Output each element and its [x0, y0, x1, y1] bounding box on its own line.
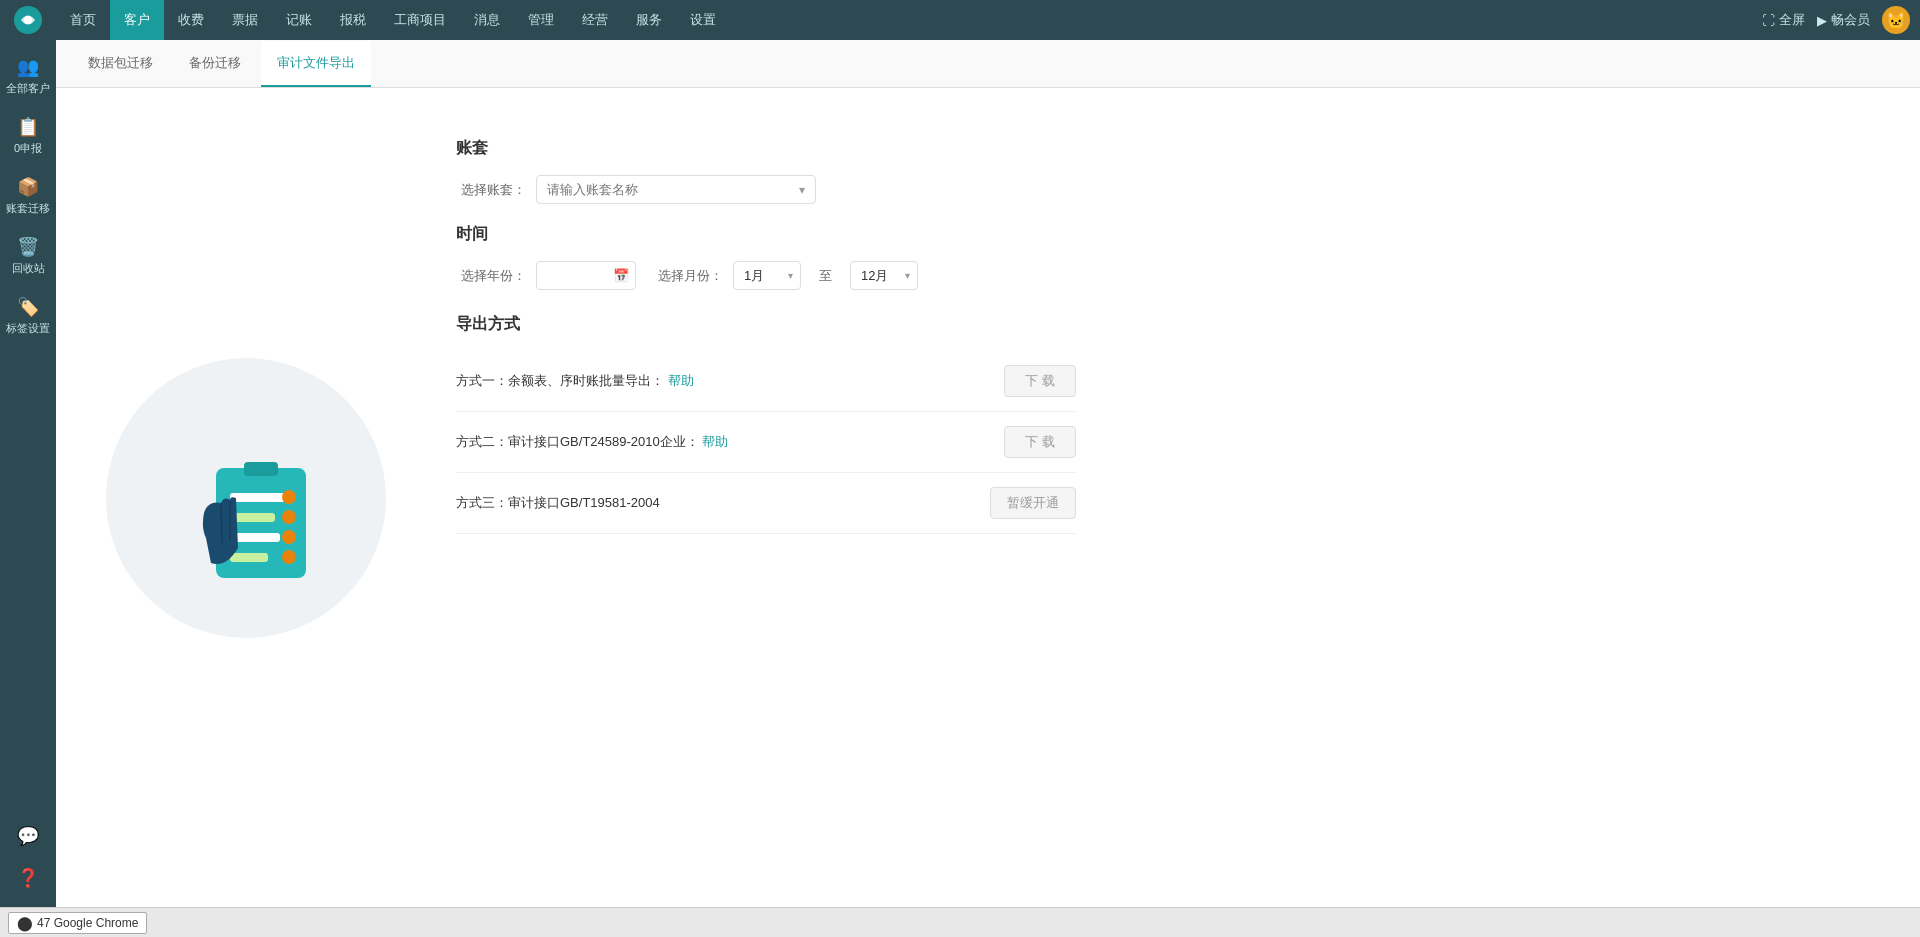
all-clients-icon: 👥 — [17, 56, 39, 78]
tab-data-migrate[interactable]: 数据包迁移 — [72, 41, 169, 87]
svg-rect-6 — [230, 553, 268, 562]
sidebar-item-all-clients[interactable]: 👥 全部客户 — [2, 48, 54, 104]
app-logo[interactable] — [10, 2, 46, 38]
tabs-bar: 数据包迁移 备份迁移 审计文件导出 — [56, 40, 1920, 88]
sidebar-item-recycle[interactable]: 🗑️ 回收站 — [2, 228, 54, 284]
svg-point-8 — [282, 510, 296, 524]
calendar-icon: 📅 — [613, 268, 629, 283]
export-method-2-text: 方式二：审计接口GB/T24589-2010企业： 帮助 — [456, 433, 728, 451]
chat-icon: 💬 — [17, 825, 39, 847]
illustration-area — [76, 118, 416, 877]
account-select-input[interactable] — [547, 182, 799, 197]
page-content: 账套 选择账套： ▾ 时间 选择年份： 2023 📅 选择月份 — [56, 88, 1920, 907]
export-method-2-download-button[interactable]: 下 载 — [1004, 426, 1076, 458]
nav-business[interactable]: 工商项目 — [380, 0, 460, 40]
chrome-icon: ⬤ — [17, 915, 33, 931]
year-input-wrapper[interactable]: 2023 📅 — [536, 261, 636, 290]
left-sidebar: 👥 全部客户 📋 0申报 📦 账套迁移 🗑️ 回收站 🏷️ 标签设置 💬 ❓ — [0, 40, 56, 907]
sidebar-item-chat[interactable]: 💬 — [2, 817, 54, 855]
year-select-label: 选择年份： — [456, 267, 526, 285]
export-method-1-download-button[interactable]: 下 载 — [1004, 365, 1076, 397]
recycle-icon: 🗑️ — [17, 236, 39, 258]
end-month-select[interactable]: 1月2月3月4月 5月6月7月8月 9月10月11月 12月 — [850, 261, 918, 290]
nav-fee[interactable]: 收费 — [164, 0, 218, 40]
sidebar-item-account-migrate[interactable]: 📦 账套迁移 — [2, 168, 54, 224]
svg-point-9 — [282, 530, 296, 544]
svg-point-7 — [282, 490, 296, 504]
year-input[interactable]: 2023 — [547, 268, 607, 283]
end-month-select-wrapper: 1月2月3月4月 5月6月7月8月 9月10月11月 12月 ▾ — [850, 261, 918, 290]
nav-invoice[interactable]: 票据 — [218, 0, 272, 40]
nav-tax[interactable]: 报税 — [326, 0, 380, 40]
tab-backup-migrate[interactable]: 备份迁移 — [173, 41, 257, 87]
taskbar: ⬤ 47 Google Chrome — [0, 907, 1920, 937]
nav-manage[interactable]: 管理 — [514, 0, 568, 40]
export-method-3-vip-button[interactable]: 暂缓开通 — [990, 487, 1076, 519]
help-icon: ❓ — [17, 867, 39, 889]
svg-rect-3 — [230, 493, 285, 502]
top-navigation: 首页 客户 收费 票据 记账 报税 工商项目 消息 管理 经营 服务 设置 ⛶ … — [0, 0, 1920, 40]
nav-home[interactable]: 首页 — [56, 0, 110, 40]
tab-audit-export[interactable]: 审计文件导出 — [261, 41, 371, 87]
illustration-svg — [156, 398, 336, 598]
start-month-select[interactable]: 1月2月3月4月 5月6月7月8月 9月10月11月12月 — [733, 261, 801, 290]
nav-message[interactable]: 消息 — [460, 0, 514, 40]
export-method-row-1: 方式一：余额表、序时账批量导出： 帮助 下 载 — [456, 351, 1076, 412]
export-section-title: 导出方式 — [456, 314, 1076, 335]
to-separator: 至 — [811, 267, 840, 285]
nav-items: 首页 客户 收费 票据 记账 报税 工商项目 消息 管理 经营 服务 设置 — [56, 0, 1762, 40]
month-select-label: 选择月份： — [658, 267, 723, 285]
nav-right-section: ⛶ 全屏 ▶ 畅会员 🐱 — [1762, 6, 1910, 34]
account-migrate-icon: 📦 — [17, 176, 39, 198]
content-area: 数据包迁移 备份迁移 审计文件导出 — [56, 40, 1920, 907]
account-section-title: 账套 — [456, 138, 1076, 159]
export-method-row-3: 方式三：审计接口GB/T19581-2004 暂缓开通 — [456, 473, 1076, 534]
sidebar-item-zero-declare[interactable]: 📋 0申报 — [2, 108, 54, 164]
export-method-1-text: 方式一：余额表、序时账批量导出： 帮助 — [456, 372, 694, 390]
fullscreen-button[interactable]: ⛶ 全屏 — [1762, 11, 1805, 29]
export-method-1-help-link[interactable]: 帮助 — [668, 373, 694, 388]
nav-service[interactable]: 服务 — [622, 0, 676, 40]
time-section-title: 时间 — [456, 224, 1076, 245]
nav-operation[interactable]: 经营 — [568, 0, 622, 40]
illustration-circle — [106, 358, 386, 638]
account-select-arrow-icon: ▾ — [799, 183, 805, 197]
fullscreen-icon: ⛶ — [1762, 13, 1775, 28]
user-avatar[interactable]: 🐱 — [1882, 6, 1910, 34]
sidebar-item-help[interactable]: ❓ — [2, 859, 54, 897]
vip-button[interactable]: ▶ 畅会员 — [1817, 11, 1870, 29]
sidebar-bottom: 💬 ❓ — [2, 817, 54, 907]
main-layout: 👥 全部客户 📋 0申报 📦 账套迁移 🗑️ 回收站 🏷️ 标签设置 💬 ❓ — [0, 40, 1920, 907]
account-select-row: 选择账套： ▾ — [456, 175, 1076, 204]
nav-settings[interactable]: 设置 — [676, 0, 730, 40]
nav-client[interactable]: 客户 — [110, 0, 164, 40]
export-method-3-text: 方式三：审计接口GB/T19581-2004 — [456, 494, 660, 512]
sidebar-item-tag-settings[interactable]: 🏷️ 标签设置 — [2, 288, 54, 344]
svg-point-1 — [24, 16, 32, 24]
svg-rect-11 — [244, 462, 278, 476]
start-month-select-wrapper: 1月2月3月4月 5月6月7月8月 9月10月11月12月 ▾ — [733, 261, 801, 290]
account-select-wrapper[interactable]: ▾ — [536, 175, 816, 204]
form-area: 账套 选择账套： ▾ 时间 选择年份： 2023 📅 选择月份 — [416, 118, 1116, 877]
time-select-row: 选择年份： 2023 📅 选择月份： 1月2月3月4月 5月6月7月8月 9月1… — [456, 261, 1076, 290]
export-section: 导出方式 方式一：余额表、序时账批量导出： 帮助 下 载 方式二：审计接口GB/… — [456, 314, 1076, 534]
svg-point-10 — [282, 550, 296, 564]
account-select-label: 选择账套： — [456, 181, 526, 199]
vip-icon: ▶ — [1817, 13, 1827, 28]
tag-settings-icon: 🏷️ — [17, 296, 39, 318]
export-method-row-2: 方式二：审计接口GB/T24589-2010企业： 帮助 下 载 — [456, 412, 1076, 473]
export-method-2-help-link[interactable]: 帮助 — [702, 434, 728, 449]
taskbar-chrome-item[interactable]: ⬤ 47 Google Chrome — [8, 912, 147, 934]
nav-bookkeeping[interactable]: 记账 — [272, 0, 326, 40]
zero-declare-icon: 📋 — [17, 116, 39, 138]
